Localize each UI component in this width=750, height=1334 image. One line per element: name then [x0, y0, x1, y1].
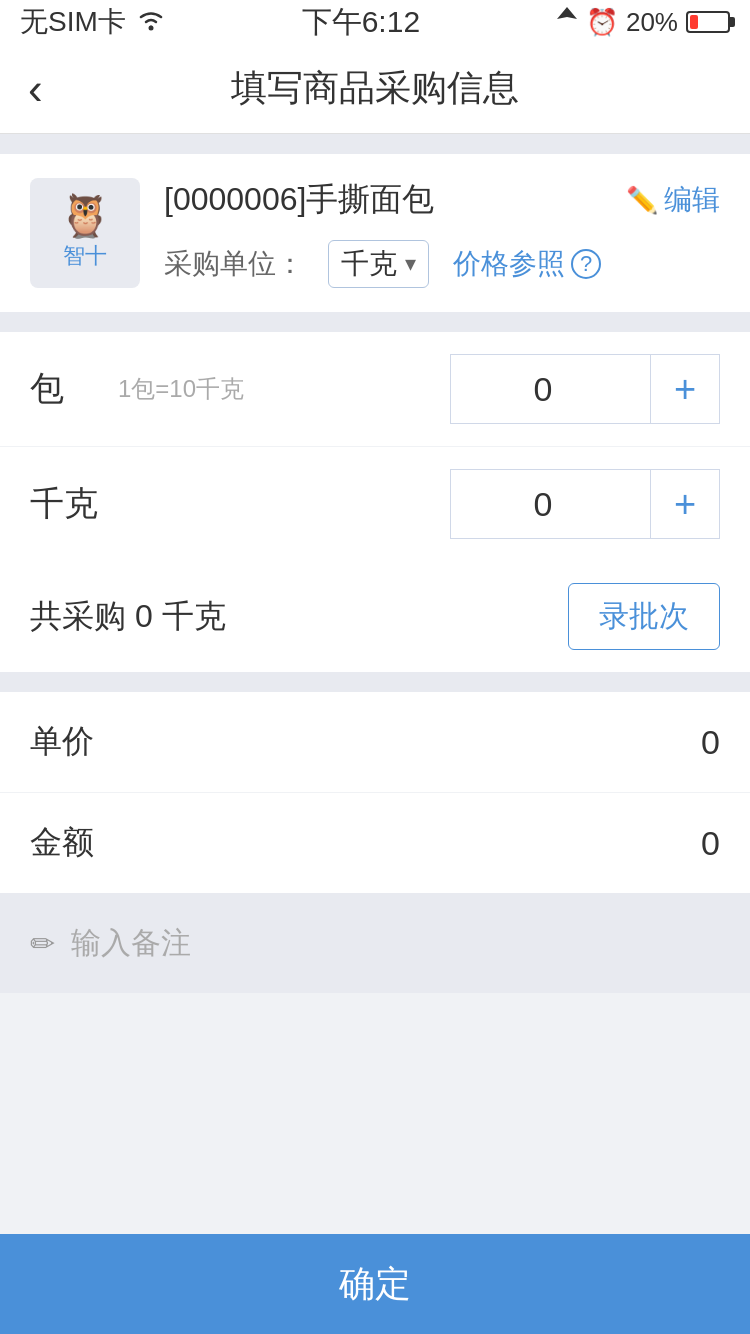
wifi-icon: [136, 6, 166, 38]
back-button[interactable]: ‹: [28, 64, 43, 114]
amount-label: 金额: [30, 821, 94, 865]
batch-button[interactable]: 录批次: [568, 583, 720, 650]
divider-1: [0, 312, 750, 332]
total-label: 共采购 0 千克: [30, 595, 226, 639]
kg-quantity-input[interactable]: [450, 469, 650, 539]
amount-row: 金额 0: [0, 793, 750, 893]
kg-input-row: 千克 +: [0, 447, 750, 561]
info-icon: ?: [571, 249, 601, 279]
battery-percent: 20%: [626, 7, 678, 38]
unit-value: 千克: [341, 245, 397, 283]
edit-icon: ✏️: [626, 185, 658, 216]
divider-top: [0, 134, 750, 154]
price-ref-label: 价格参照: [453, 245, 565, 283]
owl-icon: 🦉: [59, 195, 111, 237]
bag-label: 包: [30, 366, 110, 412]
status-left: 无SIM卡: [20, 3, 166, 41]
page-title: 填写商品采购信息: [231, 64, 519, 113]
edit-button[interactable]: ✏️ 编辑: [626, 181, 720, 219]
notes-section[interactable]: ✏ 输入备注: [0, 893, 750, 993]
unit-select[interactable]: 千克 ▾: [328, 240, 429, 288]
location-icon: [556, 6, 578, 39]
notes-placeholder: 输入备注: [71, 923, 191, 964]
alarm-icon: ⏰: [586, 7, 618, 38]
battery-icon: [686, 11, 730, 33]
kg-controls: +: [450, 469, 720, 539]
product-card: 🦉 智十 [0000006]手撕面包 ✏️ 编辑 采购单位： 千克 ▾: [0, 154, 750, 312]
product-info: [0000006]手撕面包 ✏️ 编辑 采购单位： 千克 ▾ 价格参照 ?: [164, 178, 720, 288]
bag-input-row: 包 1包=10千克 +: [0, 332, 750, 447]
input-section: 包 1包=10千克 + 千克 +: [0, 332, 750, 561]
bag-sublabel: 1包=10千克: [118, 373, 450, 405]
dropdown-arrow-icon: ▾: [405, 251, 416, 277]
price-section: 单价 0 金额 0: [0, 692, 750, 893]
confirm-btn-container: 确定: [0, 1234, 750, 1334]
unit-price-value: 0: [701, 723, 720, 762]
purchase-unit-label: 采购单位：: [164, 245, 304, 283]
carrier-label: 无SIM卡: [20, 3, 126, 41]
bag-controls: +: [450, 354, 720, 424]
unit-price-label: 单价: [30, 720, 94, 764]
brand-text: 智十: [63, 241, 107, 271]
total-section: 共采购 0 千克 录批次: [0, 561, 750, 672]
kg-label: 千克: [30, 481, 110, 527]
product-header: [0000006]手撕面包 ✏️ 编辑: [164, 178, 720, 222]
product-image: 🦉 智十: [30, 178, 140, 288]
kg-plus-button[interactable]: +: [650, 469, 720, 539]
price-ref-button[interactable]: 价格参照 ?: [453, 245, 601, 283]
status-right: ⏰ 20%: [556, 6, 730, 39]
confirm-button[interactable]: 确定: [0, 1234, 750, 1334]
nav-bar: ‹ 填写商品采购信息: [0, 44, 750, 134]
svg-point-0: [148, 26, 153, 31]
amount-value: 0: [701, 824, 720, 863]
divider-2: [0, 672, 750, 692]
bag-plus-button[interactable]: +: [650, 354, 720, 424]
status-time: 下午6:12: [302, 2, 420, 43]
status-bar: 无SIM卡 下午6:12 ⏰ 20%: [0, 0, 750, 44]
bag-quantity-input[interactable]: [450, 354, 650, 424]
unit-price-row: 单价 0: [0, 692, 750, 793]
product-name: [0000006]手撕面包: [164, 178, 434, 222]
product-meta: 采购单位： 千克 ▾ 价格参照 ?: [164, 240, 720, 288]
pencil-icon: ✏: [30, 926, 55, 961]
